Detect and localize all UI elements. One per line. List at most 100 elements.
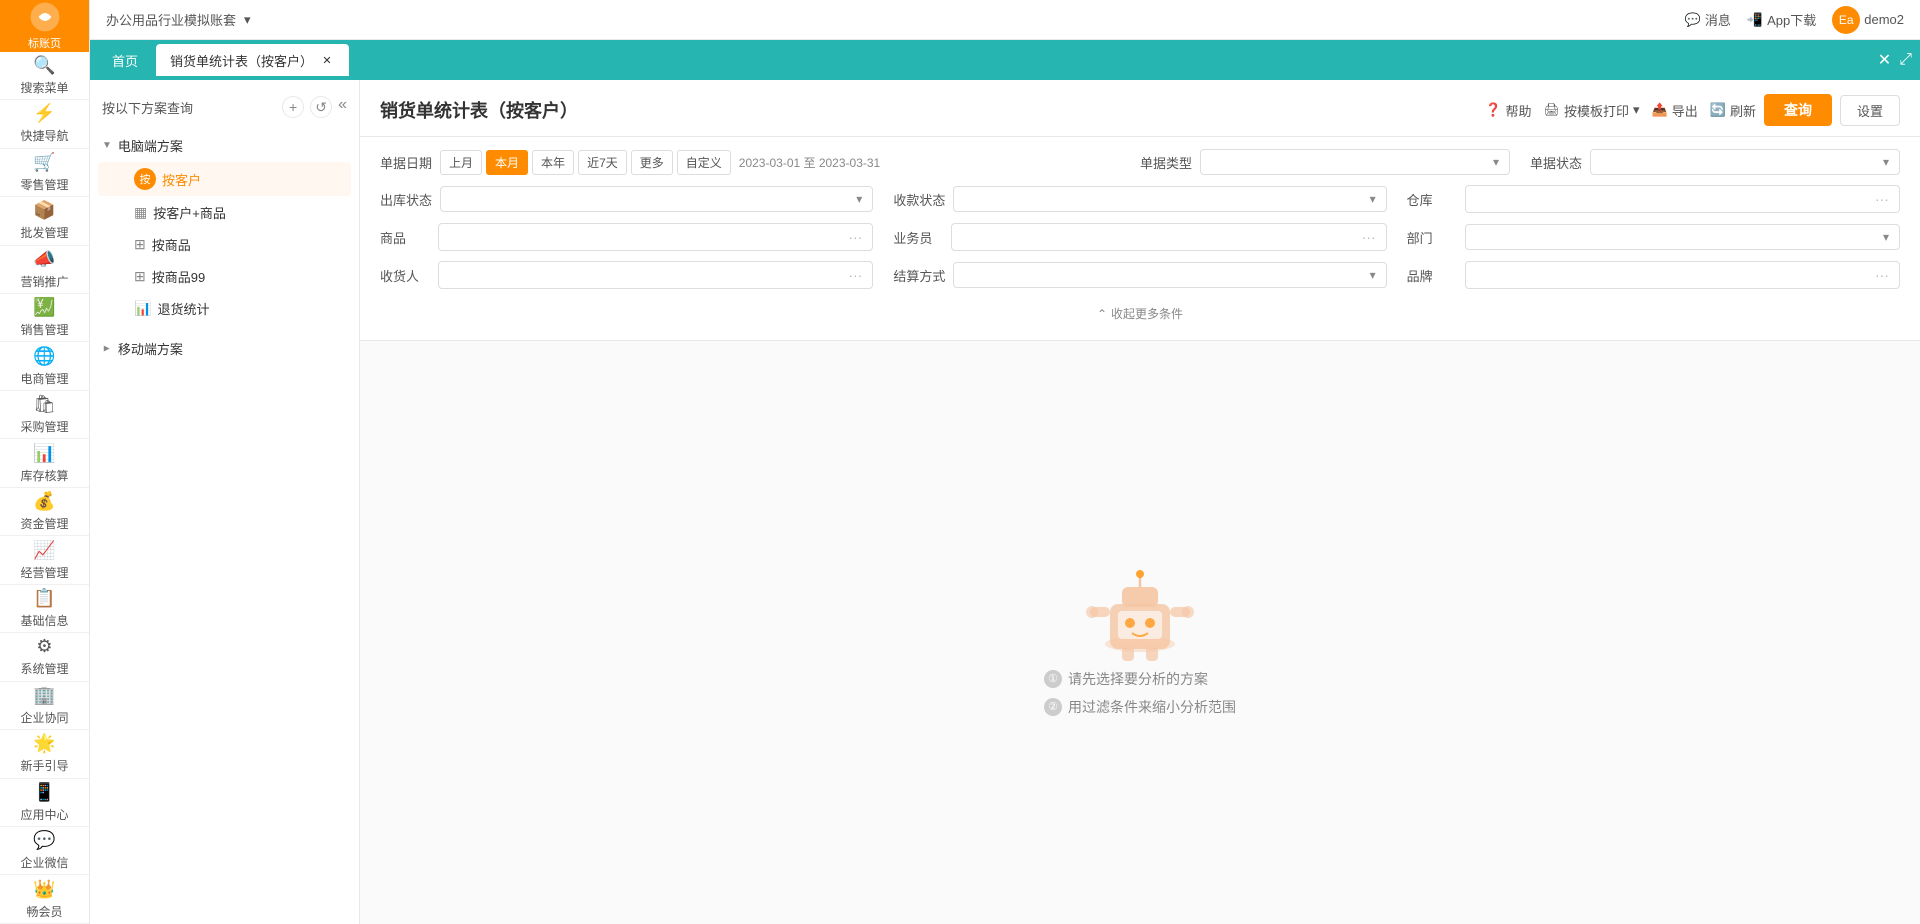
- sales-icon: 💹: [33, 297, 55, 318]
- purchase-icon: 🛍: [33, 394, 56, 415]
- sidebar-item-member[interactable]: 👑 畅会员: [0, 875, 90, 923]
- main-area: 办公用品行业模拟账套 ▾ 💬 消息 📲 App下载 Ea demo2 首页: [90, 0, 1920, 924]
- tree-child-by-goods-99[interactable]: ⊞ 按商品99: [98, 261, 351, 292]
- filter-date: 单据日期 上月 本月 本年 近7天 更多 自定义 2023-03-01 至 20…: [380, 150, 1120, 175]
- tab-close-window-icon[interactable]: ✕: [1878, 50, 1891, 70]
- tree-parent-desktop[interactable]: ▼ 电脑端方案: [90, 130, 359, 161]
- sidebar-item-basic[interactable]: 📋 基础信息: [0, 585, 90, 633]
- inventory-icon: 📊: [33, 443, 55, 464]
- sidebar-item-appcenter[interactable]: 📱 应用中心: [0, 779, 90, 827]
- recv-status-arrow: ▾: [1370, 192, 1376, 206]
- tab-maximize-icon[interactable]: ⤢: [1899, 51, 1912, 69]
- date-btn-more[interactable]: 更多: [631, 150, 673, 175]
- date-btn-last-month[interactable]: 上月: [440, 150, 482, 175]
- tab-bar: 首页 销货单统计表（按客户） ✕ ✕ ⤢: [90, 40, 1920, 80]
- date-btn-this-year[interactable]: 本年: [532, 150, 574, 175]
- search-icon: 🔍: [33, 55, 55, 76]
- sidebar-item-purchase[interactable]: 🛍 采购管理: [0, 391, 90, 439]
- doc-type-select[interactable]: ▾: [1200, 149, 1510, 175]
- date-btn-this-month[interactable]: 本月: [486, 150, 528, 175]
- sidebar-item-system[interactable]: ⚙ 系统管理: [0, 633, 90, 681]
- warehouse-input[interactable]: ···: [1465, 185, 1900, 213]
- download-icon: 📲: [1747, 12, 1763, 28]
- tree-arrow-desktop: ▼: [102, 140, 112, 151]
- tree-parent-label-mobile: 移动端方案: [118, 339, 183, 358]
- recv-status-select[interactable]: ▾: [953, 186, 1386, 212]
- sidebar-item-wechat[interactable]: 💬 企业微信: [0, 827, 90, 875]
- sidebar-item-quick[interactable]: ⚡ 快捷导航: [0, 100, 90, 148]
- user-area[interactable]: Ea demo2: [1832, 6, 1904, 34]
- filter-row-2: 出库状态 ▾ 收款状态 ▾ 仓库: [380, 185, 1900, 213]
- wechat-icon: 💬: [33, 830, 55, 851]
- message-btn[interactable]: 💬 消息: [1685, 10, 1731, 29]
- print-dropdown-icon: ▾: [1633, 102, 1640, 118]
- query-button[interactable]: 查询: [1764, 94, 1832, 126]
- message-icon: 💬: [1685, 12, 1701, 28]
- sidebar-item-sales[interactable]: 💹 销售管理: [0, 294, 90, 342]
- tree-child-by-goods[interactable]: ⊞ 按商品: [98, 229, 351, 260]
- sidebar-item-corp[interactable]: 🏢 企业协同: [0, 682, 90, 730]
- empty-tip-1: ① 请先选择要分析的方案: [1044, 669, 1236, 689]
- payment-select[interactable]: ▾: [953, 262, 1386, 288]
- by-goods-label: 按商品: [152, 235, 191, 254]
- filter-dept: 部门 ▾: [1407, 224, 1900, 250]
- warehouse-label: 仓库: [1407, 190, 1457, 209]
- refresh-btn[interactable]: 🔄 刷新: [1710, 101, 1756, 120]
- print-btn[interactable]: 🖨 按模板打印 ▾: [1544, 101, 1640, 120]
- out-status-select[interactable]: ▾: [440, 186, 873, 212]
- tab-close-btn[interactable]: ✕: [319, 52, 335, 68]
- filter-receiver: 收货人 ···: [380, 261, 873, 289]
- tab-sales-stats[interactable]: 销货单统计表（按客户） ✕: [156, 44, 349, 76]
- export-icon: 📤: [1652, 102, 1668, 118]
- collapse-left-btn[interactable]: «: [338, 96, 347, 118]
- by-customer-goods-icon: ▦: [134, 204, 147, 221]
- help-btn[interactable]: ❓ 帮助: [1485, 101, 1531, 120]
- tab-home[interactable]: 首页: [98, 44, 152, 76]
- date-btn-7days[interactable]: 近7天: [578, 150, 627, 175]
- quick-icon: ⚡: [33, 103, 55, 124]
- robot-illustration: [1080, 549, 1200, 669]
- receiver-input[interactable]: ···: [438, 261, 873, 289]
- member-icon: 👑: [33, 879, 55, 900]
- app-download-btn[interactable]: 📲 App下载: [1747, 10, 1816, 29]
- sidebar-item-retail[interactable]: 🛒 零售管理: [0, 149, 90, 197]
- staff-input[interactable]: ···: [951, 223, 1386, 251]
- tree-child-by-customer-goods[interactable]: ▦ 按客户+商品: [98, 197, 351, 228]
- left-panel-header: 按以下方案查询 + ↺ «: [90, 88, 359, 126]
- add-scheme-btn[interactable]: +: [282, 96, 304, 118]
- tree-child-return-stats[interactable]: 📊 退货统计: [98, 293, 351, 324]
- refresh-scheme-btn[interactable]: ↺: [310, 96, 332, 118]
- dept-select[interactable]: ▾: [1465, 224, 1900, 250]
- sidebar-item-marketing[interactable]: 📣 营销推广: [0, 246, 90, 294]
- left-panel-actions: + ↺ «: [282, 96, 347, 118]
- brand-label: 品牌: [1407, 266, 1457, 285]
- return-stats-label: 退货统计: [157, 299, 209, 318]
- sidebar-item-wholesale[interactable]: 📦 批发管理: [0, 197, 90, 245]
- brand-input[interactable]: ···: [1465, 261, 1900, 289]
- collapse-more-btn[interactable]: ⌃ 收起更多条件: [380, 299, 1900, 328]
- sidebar-item-ecommerce[interactable]: 🌐 电商管理: [0, 342, 90, 390]
- filter-payment: 结算方式 ▾: [893, 262, 1386, 288]
- industry-selector[interactable]: 办公用品行业模拟账套 ▾: [106, 10, 251, 29]
- tab-sales-label: 销货单统计表（按客户）: [170, 51, 313, 70]
- filter-out-status: 出库状态 ▾: [380, 186, 873, 212]
- export-btn[interactable]: 📤 导出: [1652, 101, 1698, 120]
- tree-parent-mobile[interactable]: ▼ 移动端方案: [90, 333, 359, 364]
- settings-button[interactable]: 设置: [1840, 95, 1900, 126]
- tree-child-by-customer[interactable]: 按 按客户: [98, 162, 351, 196]
- payment-label: 结算方式: [893, 266, 945, 285]
- tip-num-2: ②: [1044, 698, 1062, 716]
- appcenter-icon: 📱: [33, 782, 55, 803]
- goods-input[interactable]: ···: [438, 223, 873, 251]
- filter-doc-status: 单据状态 ▾: [1530, 149, 1900, 175]
- sidebar-item-newbie[interactable]: 🌟 新手引导: [0, 730, 90, 778]
- date-btn-custom[interactable]: 自定义: [677, 150, 731, 175]
- return-stats-icon: 📊: [134, 300, 151, 317]
- date-control: 上月 本月 本年 近7天 更多 自定义 2023-03-01 至 2023-03…: [440, 150, 880, 175]
- sidebar-item-operation[interactable]: 📈 经营管理: [0, 536, 90, 584]
- sidebar-item-inventory[interactable]: 📊 库存核算: [0, 439, 90, 487]
- sidebar-item-finance[interactable]: 💰 资金管理: [0, 488, 90, 536]
- sidebar-item-search[interactable]: 🔍 搜索菜单: [0, 52, 90, 100]
- newbie-icon: 🌟: [33, 733, 55, 754]
- doc-status-select[interactable]: ▾: [1590, 149, 1900, 175]
